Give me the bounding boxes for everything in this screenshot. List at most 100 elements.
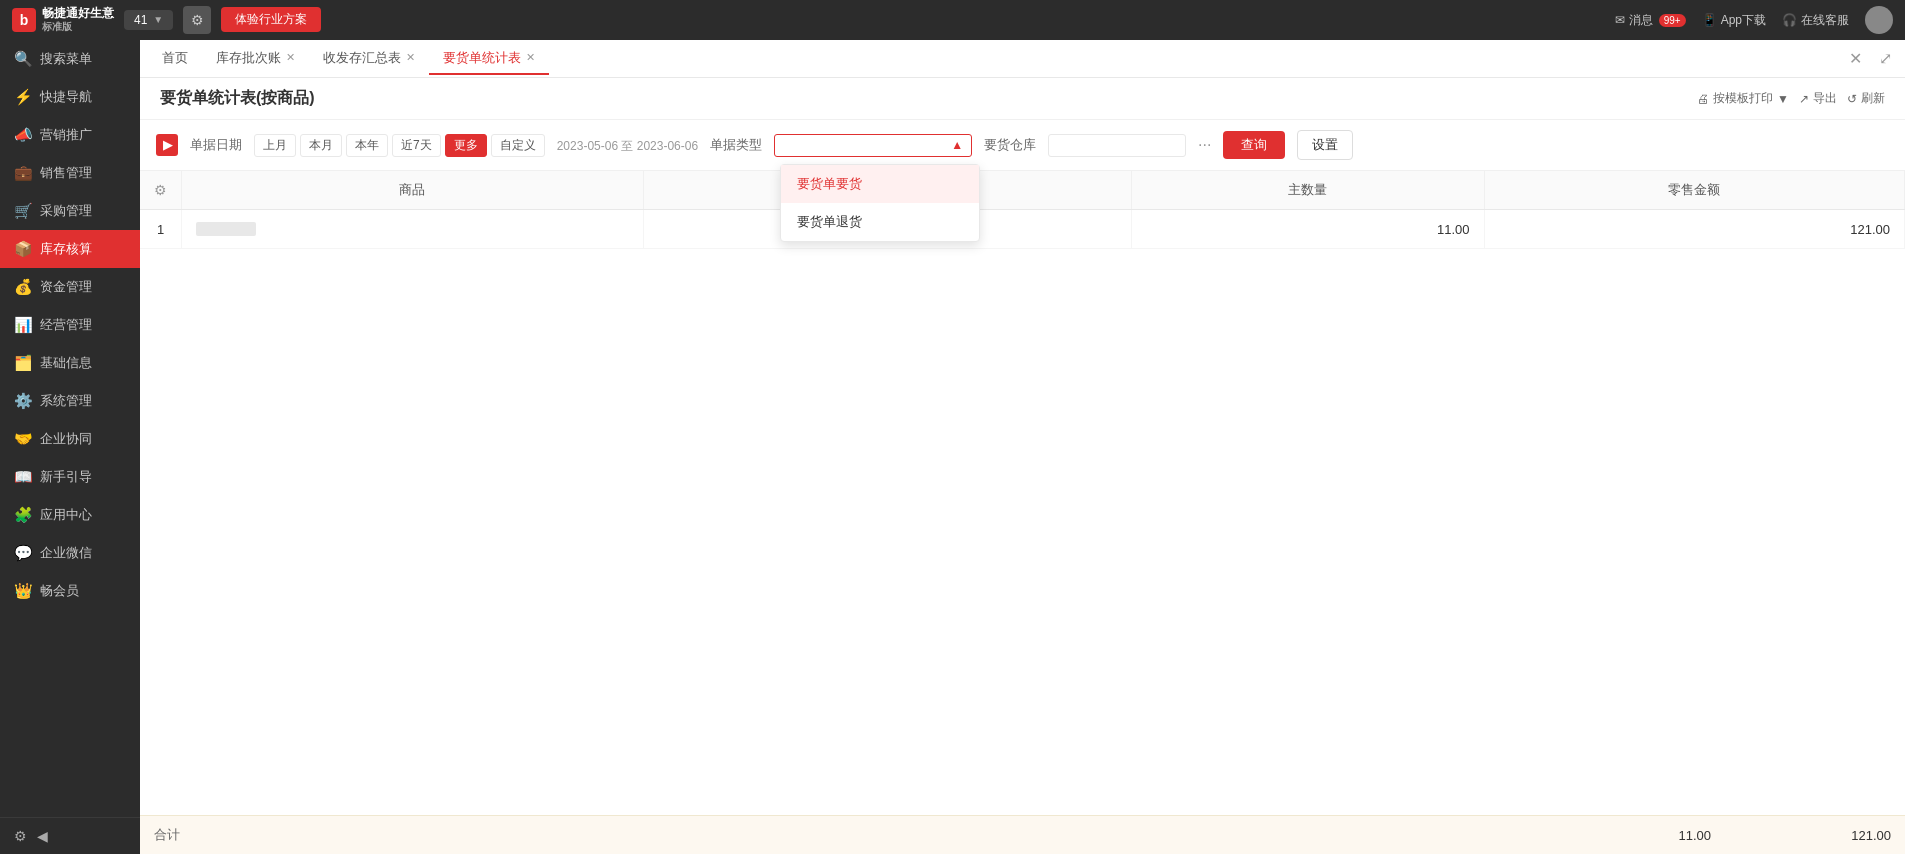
refresh-button[interactable]: ↺ 刷新 <box>1847 90 1885 107</box>
finance-icon: 💰 <box>14 278 32 296</box>
sidebar-item-app-center[interactable]: 🧩 应用中心 <box>0 496 140 534</box>
table-footer: 合计 11.00 121.00 <box>140 815 1905 854</box>
app-download-action[interactable]: 📱 App下载 <box>1702 12 1766 29</box>
last-7-days-btn[interactable]: 近7天 <box>392 134 441 157</box>
sidebar-item-operations[interactable]: 📊 经营管理 <box>0 306 140 344</box>
sidebar-settings-icon[interactable]: ⚙ <box>14 828 27 844</box>
tab-order-stats[interactable]: 要货单统计表 ✕ <box>429 43 549 75</box>
search-icon: 🔍 <box>14 50 32 68</box>
export-button[interactable]: ↗ 导出 <box>1799 90 1837 107</box>
print-button[interactable]: 🖨 按模板打印 ▼ <box>1697 90 1789 107</box>
header-left: b 畅捷通好生意 标准版 41 ▼ ⚙ 体验行业方案 <box>12 6 321 34</box>
this-year-btn[interactable]: 本年 <box>346 134 388 157</box>
date-buttons: 上月 本月 本年 近7天 更多 自定义 <box>254 134 545 157</box>
query-button[interactable]: 查询 <box>1223 131 1285 159</box>
refresh-label: 刷新 <box>1861 90 1885 107</box>
sidebar-label-finance: 资金管理 <box>40 278 92 296</box>
last-month-btn[interactable]: 上月 <box>254 134 296 157</box>
sidebar-item-wechat[interactable]: 💬 企业微信 <box>0 534 140 572</box>
app-download-label: App下载 <box>1721 12 1766 29</box>
table-settings-icon[interactable]: ⚙ <box>154 182 167 198</box>
sidebar-item-purchase[interactable]: 🛒 采购管理 <box>0 192 140 230</box>
tab-inventory-batch-label: 库存批次账 <box>216 49 281 67</box>
dropdown-item-order-goods[interactable]: 要货单要货 <box>781 165 979 203</box>
message-icon: ✉ <box>1615 13 1625 27</box>
sidebar-label-quick-nav: 快捷导航 <box>40 88 92 106</box>
sidebar-item-quick-nav[interactable]: ⚡ 快捷导航 <box>0 78 140 116</box>
sidebar-item-inventory[interactable]: 📦 库存核算 <box>0 230 140 268</box>
tab-summary[interactable]: 收发存汇总表 ✕ <box>309 43 429 75</box>
sidebar-bottom: ⚙ ◀ <box>0 817 140 854</box>
purchase-icon: 🛒 <box>14 202 32 220</box>
tab-home[interactable]: 首页 <box>148 43 202 75</box>
tab-summary-close-icon[interactable]: ✕ <box>406 51 415 64</box>
warehouse-filter-label: 要货仓库 <box>984 136 1036 154</box>
operations-icon: 📊 <box>14 316 32 334</box>
sidebar-item-search[interactable]: 🔍 搜索菜单 <box>0 40 140 78</box>
message-action[interactable]: ✉ 消息 99+ <box>1615 12 1686 29</box>
company-selector[interactable]: 41 ▼ <box>124 10 173 30</box>
type-select-input[interactable] <box>783 138 951 153</box>
logo-area: b 畅捷通好生意 标准版 <box>12 6 114 34</box>
col-product: 商品 <box>182 171 644 210</box>
sidebar-item-marketing[interactable]: 📣 营销推广 <box>0 116 140 154</box>
page-header: 要货单统计表(按商品) 🖨 按模板打印 ▼ ↗ 导出 ↺ 刷新 <box>140 78 1905 120</box>
tab-inventory-batch-close-icon[interactable]: ✕ <box>286 51 295 64</box>
sidebar-item-member[interactable]: 👑 畅会员 <box>0 572 140 610</box>
tab-bar-end: ✕ ⤢ <box>1843 47 1897 71</box>
online-service-action[interactable]: 🎧 在线客服 <box>1782 12 1849 29</box>
sidebar-label-member: 畅会员 <box>40 582 79 600</box>
quick-nav-icon: ⚡ <box>14 88 32 106</box>
this-month-btn[interactable]: 本月 <box>300 134 342 157</box>
sidebar-label-sales: 销售管理 <box>40 164 92 182</box>
table-header-row: ⚙ 商品 主计量单位 主数量 零售金额 <box>140 171 1905 210</box>
tab-expand-icon[interactable]: ⤢ <box>1873 47 1897 71</box>
filter-expand-button[interactable]: ▶ <box>156 134 178 156</box>
message-badge: 99+ <box>1659 14 1686 27</box>
warehouse-select-input[interactable] <box>1057 138 1177 153</box>
company-selector-arrow-icon: ▼ <box>153 14 163 25</box>
more-btn[interactable]: 更多 <box>445 134 487 157</box>
type-dropdown: 要货单要货 要货单退货 <box>780 164 980 242</box>
sidebar: 🔍 搜索菜单 ⚡ 快捷导航 📣 营销推广 💼 销售管理 🛒 采购管理 📦 库存核… <box>0 40 140 854</box>
page-header-actions: 🖨 按模板打印 ▼ ↗ 导出 ↺ 刷新 <box>1697 90 1885 107</box>
sidebar-label-wechat: 企业微信 <box>40 544 92 562</box>
sidebar-item-finance[interactable]: 💰 资金管理 <box>0 268 140 306</box>
tab-order-stats-close-icon[interactable]: ✕ <box>526 51 535 64</box>
system-icon: ⚙️ <box>14 392 32 410</box>
warehouse-select-box[interactable] <box>1048 134 1186 157</box>
sidebar-label-basics: 基础信息 <box>40 354 92 372</box>
sidebar-item-basics[interactable]: 🗂️ 基础信息 <box>0 344 140 382</box>
tab-bar: 首页 库存批次账 ✕ 收发存汇总表 ✕ 要货单统计表 ✕ ✕ ⤢ <box>140 40 1905 78</box>
trial-button[interactable]: 体验行业方案 <box>221 7 321 32</box>
tab-inventory-batch[interactable]: 库存批次账 ✕ <box>202 43 309 75</box>
sidebar-label-enterprise: 企业协同 <box>40 430 92 448</box>
sidebar-item-sales[interactable]: 💼 销售管理 <box>0 154 140 192</box>
custom-btn[interactable]: 自定义 <box>491 134 545 157</box>
sidebar-label-operations: 经营管理 <box>40 316 92 334</box>
filter-more-icon[interactable]: ··· <box>1198 136 1211 154</box>
sidebar-item-enterprise[interactable]: 🤝 企业协同 <box>0 420 140 458</box>
export-icon: ↗ <box>1799 92 1809 106</box>
enterprise-icon: 🤝 <box>14 430 32 448</box>
settings-icon[interactable]: ⚙ <box>183 6 211 34</box>
app-name-block: 畅捷通好生意 标准版 <box>42 6 114 34</box>
sidebar-item-guide[interactable]: 📖 新手引导 <box>0 458 140 496</box>
cell-product <box>182 210 644 249</box>
type-select-arrow-icon[interactable]: ▲ <box>951 138 963 152</box>
sidebar-item-system[interactable]: ⚙️ 系统管理 <box>0 382 140 420</box>
type-select-box[interactable]: ▲ <box>774 134 972 157</box>
dropdown-item-return-goods[interactable]: 要货单退货 <box>781 203 979 241</box>
cell-index: 1 <box>140 210 182 249</box>
set-button[interactable]: 设置 <box>1297 130 1353 160</box>
sidebar-label-system: 系统管理 <box>40 392 92 410</box>
export-label: 导出 <box>1813 90 1837 107</box>
sidebar-collapse-icon[interactable]: ◀ <box>37 828 48 844</box>
print-label: 按模板打印 <box>1713 90 1773 107</box>
tab-close-all-icon[interactable]: ✕ <box>1843 47 1867 71</box>
top-header: b 畅捷通好生意 标准版 41 ▼ ⚙ 体验行业方案 ✉ 消息 99+ 📱 Ap… <box>0 0 1905 40</box>
avatar[interactable] <box>1865 6 1893 34</box>
sidebar-label-app-center: 应用中心 <box>40 506 92 524</box>
sales-icon: 💼 <box>14 164 32 182</box>
marketing-icon: 📣 <box>14 126 32 144</box>
